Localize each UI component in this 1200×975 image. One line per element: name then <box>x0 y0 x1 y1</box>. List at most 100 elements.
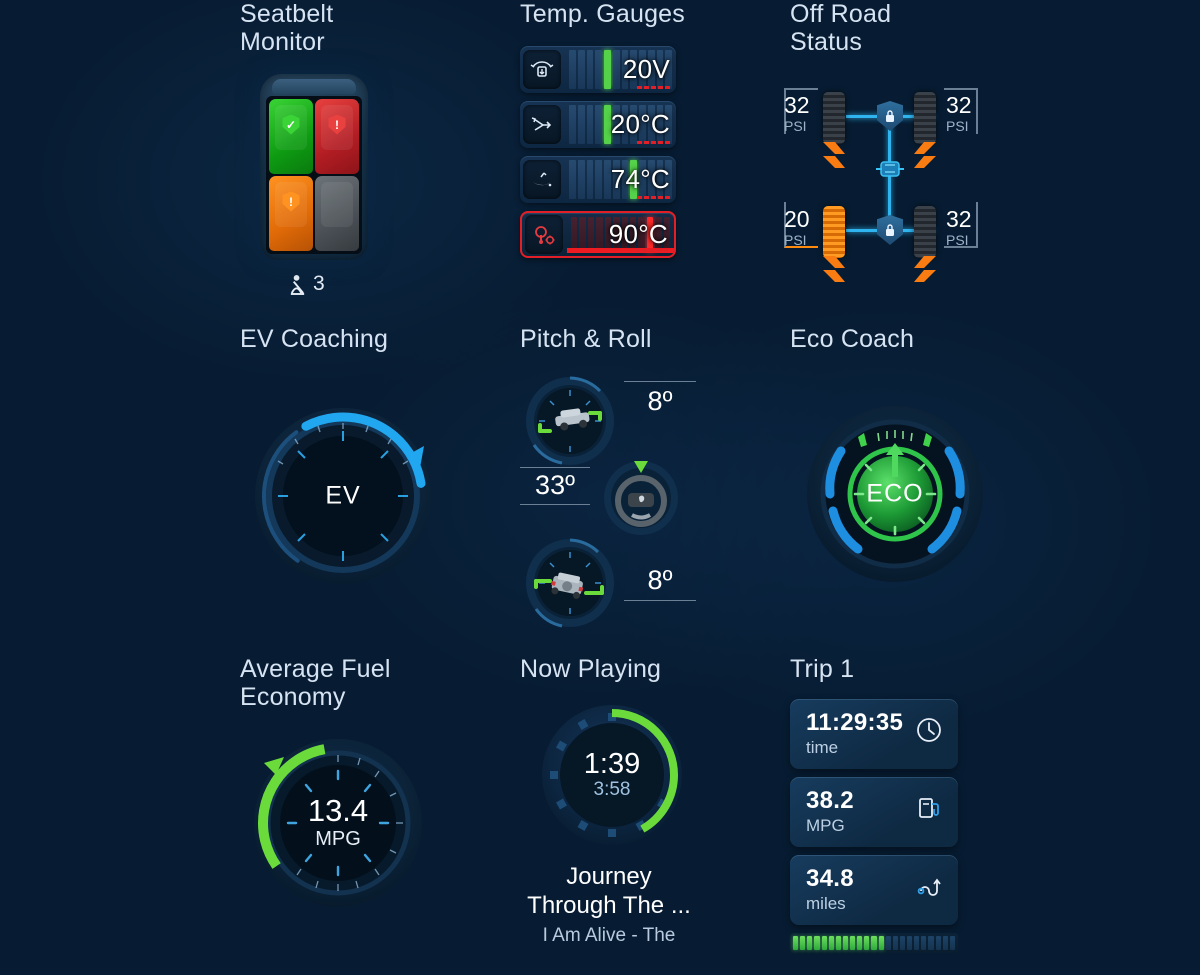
panel-pitch-roll[interactable]: Pitch & Roll 8º 33º 8º <box>520 325 790 655</box>
pitch-value: 8º <box>647 386 673 416</box>
trip-title: Trip 1 <box>790 655 855 683</box>
temp-gauge-value: 20°C <box>610 109 670 139</box>
oil-temp-icon <box>523 160 561 199</box>
trip-card-list: 11:29:35 time 38.2 MPG 34.8 miles <box>790 699 958 953</box>
seat-front-passenger[interactable]: ! <box>315 99 359 174</box>
gauge-redline-dots <box>637 86 670 89</box>
seatbelt-status-badge: ! <box>282 191 300 212</box>
panel-seatbelt-monitor[interactable]: Seatbelt Monitor ✓ ! ! 3 <box>240 0 520 325</box>
psi-value: 32 <box>784 92 810 118</box>
tire-rear-left <box>823 206 845 258</box>
transfer-case-icon <box>876 161 904 177</box>
temp-gauge-row-air-intake[interactable]: 20°C <box>520 101 676 148</box>
gauge-redline-dots <box>637 196 670 199</box>
winding-road-icon <box>917 878 941 896</box>
tire-pressure-rear-left: 20 PSI <box>784 208 822 249</box>
clock-icon <box>917 718 941 742</box>
trip-card-mpg[interactable]: 38.2 MPG <box>790 777 958 847</box>
tire-front-right <box>914 92 936 144</box>
track-title: Journey Through The ... <box>527 863 691 919</box>
now-playing-progress-dial[interactable]: 1:39 3:58 <box>538 701 686 849</box>
gauge-redline-dots <box>637 141 670 144</box>
readout-rule <box>624 381 696 382</box>
suspension-arrow-icon <box>914 142 936 168</box>
tire-pressure-front-right: 32 PSI <box>946 94 984 135</box>
psi-value: 32 <box>946 92 972 118</box>
vehicle-hood <box>272 79 356 100</box>
fuel-pump-icon <box>919 798 939 818</box>
seat-rear-bench[interactable] <box>315 176 359 251</box>
trip-progress-bar <box>790 933 958 953</box>
suspension-arrow-icon <box>914 256 936 282</box>
transmission-temp-icon <box>525 215 563 254</box>
panel-ev-coaching[interactable]: EV Coaching EV <box>240 325 520 655</box>
seatbelt-person-icon <box>290 274 305 295</box>
readout-rule <box>624 600 696 601</box>
trip-card-miles[interactable]: 34.8 miles <box>790 855 958 925</box>
readout-rule <box>520 467 590 468</box>
suspension-arrow-icon <box>823 256 845 282</box>
temp-gauge-list: 20V 20°C 74°C 90°C <box>520 46 676 258</box>
panel-temp-gauges[interactable]: Temp. Gauges 20V 20°C 74°C 90°C <box>520 0 790 325</box>
seatbelt-status-badge: ! <box>328 114 346 135</box>
panel-eco-coach[interactable]: Eco Coach ECO <box>790 325 1200 655</box>
off-road-title: Off Road Status <box>790 0 892 56</box>
seatbelt-status-badge: ✓ <box>282 114 300 135</box>
psi-value: 20 <box>784 206 810 232</box>
seatbelt-title: Seatbelt Monitor <box>240 0 334 56</box>
now-playing-title: Now Playing <box>520 655 662 683</box>
ev-coaching-gauge[interactable]: EV <box>248 401 438 591</box>
temp-gauge-value: 20V <box>622 54 670 84</box>
psi-unit: PSI <box>784 232 807 248</box>
occupant-count-value: 3 <box>313 272 325 295</box>
air-intake-temp-icon <box>523 105 561 144</box>
steering-dial[interactable] <box>602 459 680 537</box>
temp-gauge-value: 90°C <box>608 219 668 249</box>
psi-unit: PSI <box>946 232 969 248</box>
tire-rear-right <box>914 206 936 258</box>
steering-value: 33º <box>535 470 575 500</box>
temp-gauge-row-transmission[interactable]: 90°C <box>520 211 676 258</box>
panel-average-fuel-economy[interactable]: Average Fuel Economy 13.4 MPG <box>240 655 520 975</box>
pitch-roll-title: Pitch & Roll <box>520 325 652 353</box>
tire-front-left <box>823 92 845 144</box>
panel-off-road-status[interactable]: Off Road Status 32 PSI 32 PSI 20 PSI 32 … <box>784 0 1200 325</box>
track-artist: I Am Alive - The <box>542 924 676 946</box>
rear-differential-lock-icon <box>877 215 903 245</box>
trip-card-time[interactable]: 11:29:35 time <box>790 699 958 769</box>
tire-pressure-front-left: 32 PSI <box>784 94 822 135</box>
temp-gauge-row-oil[interactable]: 74°C <box>520 156 676 203</box>
front-differential-lock-icon <box>877 101 903 131</box>
ev-coaching-title: EV Coaching <box>240 325 389 353</box>
off-road-diagram: 32 PSI 32 PSI 20 PSI 32 PSI <box>784 78 990 283</box>
psi-unit: PSI <box>946 118 969 134</box>
gauge-redline-dots <box>635 249 668 252</box>
seat-rear-left[interactable]: ! <box>269 176 313 251</box>
psi-value: 32 <box>946 206 972 232</box>
pitch-roll-diagram: 8º 33º 8º <box>520 369 710 628</box>
panel-trip[interactable]: Trip 1 11:29:35 time 38.2 MPG 34.8 miles <box>790 655 1200 975</box>
temp-gauges-title: Temp. Gauges <box>520 0 685 28</box>
eco-coach-title: Eco Coach <box>790 325 915 353</box>
steering-readout: 33º <box>520 467 590 505</box>
battery-voltage-icon <box>523 50 561 89</box>
pitch-dial[interactable] <box>524 375 616 467</box>
eco-coach-gauge[interactable]: ECO <box>800 399 990 589</box>
temp-gauge-value: 74°C <box>610 164 670 194</box>
avg-fuel-title: Average Fuel Economy <box>240 655 391 711</box>
tire-pressure-rear-right: 32 PSI <box>946 208 984 249</box>
temp-gauge-row-battery[interactable]: 20V <box>520 46 676 93</box>
seat-driver[interactable]: ✓ <box>269 99 313 174</box>
suspension-arrow-icon <box>823 142 845 168</box>
seatbelt-diagram: ✓ ! ! 3 <box>240 74 440 296</box>
roll-dial[interactable] <box>524 537 616 629</box>
avg-fuel-gauge[interactable]: 13.4 MPG <box>248 733 428 913</box>
panel-now-playing[interactable]: Now Playing 1:39 3:58 Journey Through Th… <box>520 655 790 975</box>
vehicle-body-outline: ✓ ! ! <box>260 74 368 260</box>
cabin-seat-layout: ✓ ! ! <box>266 96 362 254</box>
dashboard-grid: Seatbelt Monitor ✓ ! ! 3 Temp. Gauges 20… <box>0 0 1200 975</box>
pitch-readout: 8º <box>624 381 696 417</box>
psi-unit: PSI <box>784 118 807 134</box>
readout-rule <box>520 504 590 505</box>
roll-value: 8º <box>647 565 673 595</box>
